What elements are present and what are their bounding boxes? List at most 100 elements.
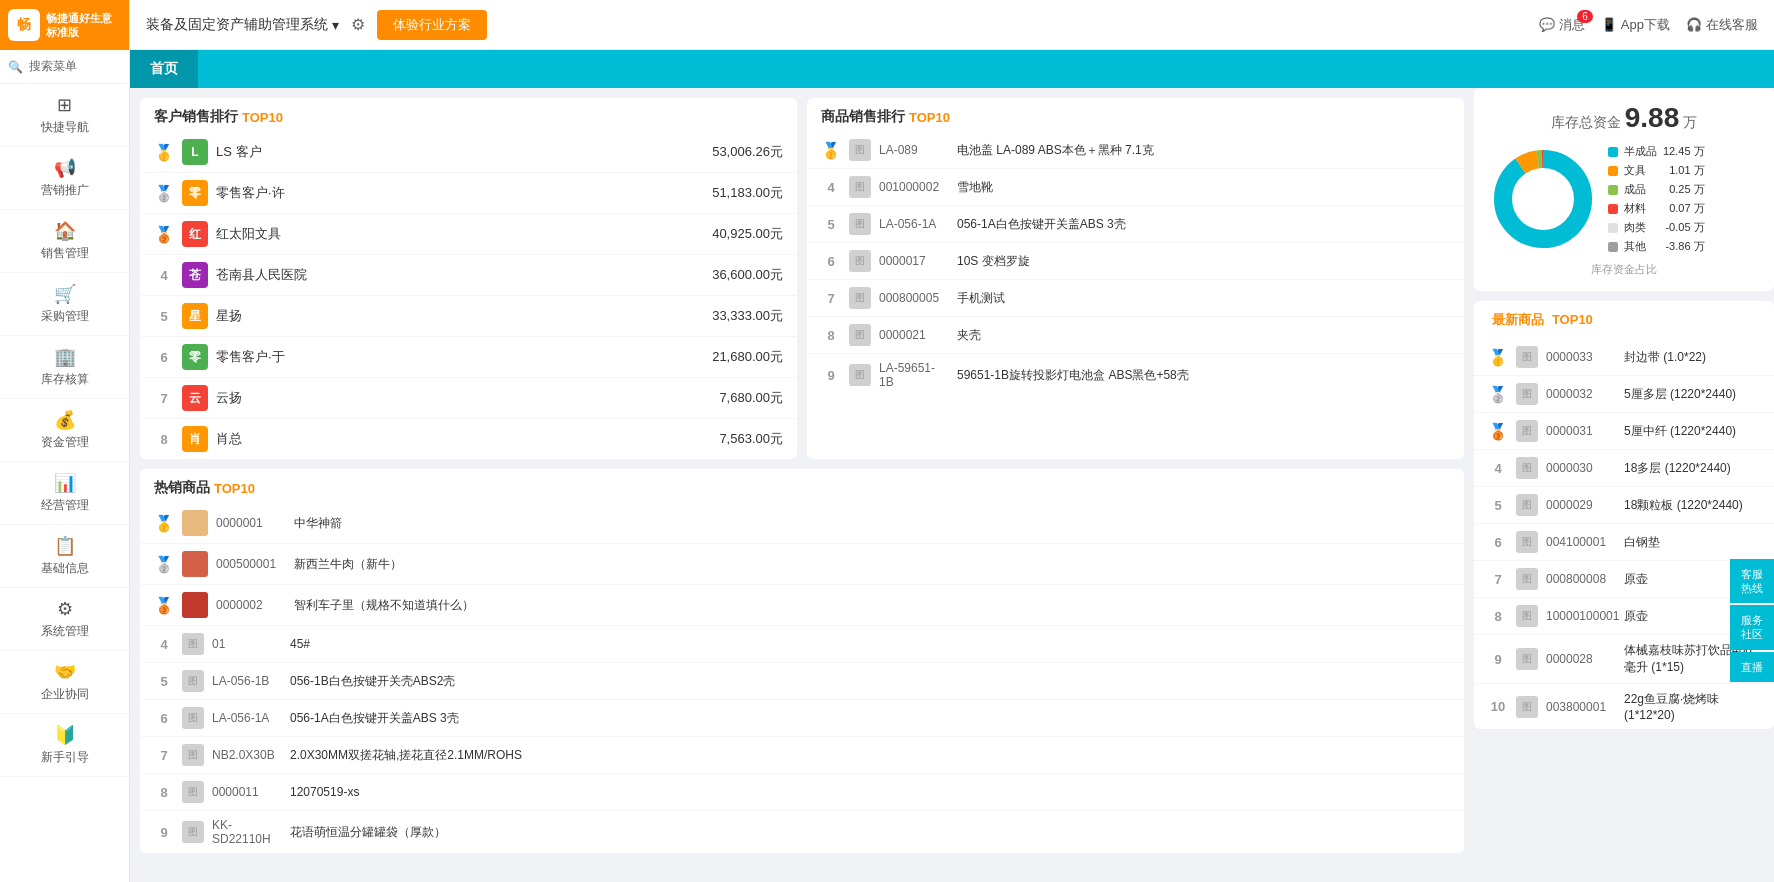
product-img-7: 图 <box>849 364 871 386</box>
customer-rank-row-4: 4 苍 苍南县人民医院 36,600.00元 <box>140 255 797 296</box>
hot-product-img-4: 图 <box>182 633 204 655</box>
new-product-row-9: 9 图 0000028 体械嘉枝味苏打饮品400毫升 (1*15) <box>1474 635 1774 684</box>
hot-medal-2-icon: 🥈 <box>154 555 174 574</box>
hot-products-title: 热销商品 <box>154 479 210 497</box>
message-badge: 6 <box>1577 10 1593 23</box>
sidebar-item-inventory[interactable]: 🏢 库存核算 <box>0 336 129 399</box>
legend-item-1: 文具 1.01 万 <box>1608 163 1705 178</box>
hot-rank-7: 7 <box>154 748 174 763</box>
search-menu[interactable]: 🔍 搜索菜单 <box>0 50 129 84</box>
tab-home[interactable]: 首页 <box>130 50 198 88</box>
new-product-img-1: 图 <box>1516 346 1538 368</box>
inventory-total: 库存总资金 9.88 万 <box>1488 102 1760 134</box>
search-icon: 🔍 <box>8 60 23 74</box>
product-img-3: 图 <box>849 213 871 235</box>
product-code-3: LA-056-1A <box>879 217 949 231</box>
guide-label: 新手引导 <box>41 749 89 766</box>
new-product-name-10: 22g鱼豆腐·烧烤味 (1*12*20) <box>1624 691 1760 722</box>
donut-container: 半成品 12.45 万 文具 1.01 万 成品 0.25 万 <box>1488 144 1760 254</box>
customer-name-3: 红太阳文具 <box>216 225 704 243</box>
float-btn-community[interactable]: 服务社区 <box>1730 605 1774 650</box>
legend-dot-0 <box>1608 147 1618 157</box>
headset-icon: 🎧 <box>1686 17 1702 32</box>
customer-ranking-header: 客户销售排行 TOP10 <box>140 98 797 132</box>
new-product-code-7: 000800008 <box>1546 572 1616 586</box>
purchase-label: 采购管理 <box>41 308 89 325</box>
hot-product-row-9: 9 图 KK-SD22110H 花语萌恒温分罐罐袋（厚款） <box>140 811 1464 853</box>
hot-products-card: 热销商品 TOP10 🥇 0000001 中华神箭 🥈 000500001 新西… <box>140 469 1464 853</box>
sidebar-item-basic[interactable]: 📋 基础信息 <box>0 525 129 588</box>
customer-value-2: 51,183.00元 <box>712 184 783 202</box>
float-btn-service[interactable]: 客服热线 <box>1730 559 1774 604</box>
search-label: 搜索菜单 <box>29 58 77 75</box>
customer-rank-row-5: 5 星 星扬 33,333.00元 <box>140 296 797 337</box>
new-product-row-2: 🥈 图 0000032 5厘多层 (1220*2440) <box>1474 376 1774 413</box>
sidebar-item-operation[interactable]: 📊 经营管理 <box>0 462 129 525</box>
gear-icon[interactable]: ⚙ <box>351 15 365 34</box>
hot-product-row-5: 5 图 LA-056-1B 056-1B白色按键开关壳ABS2壳 <box>140 663 1464 700</box>
new-product-img-3: 图 <box>1516 420 1538 442</box>
product-rank-2: 4 <box>821 180 841 195</box>
new-product-code-5: 0000029 <box>1546 498 1616 512</box>
new-rank-8: 8 <box>1488 609 1508 624</box>
new-product-img-2: 图 <box>1516 383 1538 405</box>
app-download-button[interactable]: 📱 App下载 <box>1601 16 1670 34</box>
sidebar-item-corp[interactable]: 🤝 企业协同 <box>0 651 129 714</box>
sidebar-item-guide[interactable]: 🔰 新手引导 <box>0 714 129 777</box>
new-rank-4: 4 <box>1488 461 1508 476</box>
customer-rank-row-6: 6 零 零售客户·于 21,680.00元 <box>140 337 797 378</box>
trial-button[interactable]: 体验行业方案 <box>377 10 487 40</box>
customer-value-1: 53,006.26元 <box>712 143 783 161</box>
hot-medal-3-icon: 🥉 <box>154 596 174 615</box>
customer-name-8: 肖总 <box>216 430 711 448</box>
main-content: 客户销售排行 TOP10 🥇 L LS 客户 53,006.26元 🥈 零 零售… <box>130 88 1474 882</box>
product-rank-row-5: 7 图 000800005 手机测试 <box>807 280 1464 317</box>
sidebar-item-system[interactable]: ⚙ 系统管理 <box>0 588 129 651</box>
inventory-total-label: 库存总资金 <box>1551 114 1621 130</box>
finance-icon: 💰 <box>54 409 76 431</box>
new-product-code-10: 003800001 <box>1546 700 1616 714</box>
sidebar-item-finance[interactable]: 💰 资金管理 <box>0 399 129 462</box>
hot-product-code-2: 000500001 <box>216 557 286 571</box>
corp-label: 企业协同 <box>41 686 89 703</box>
product-top10-badge: TOP10 <box>909 110 950 125</box>
sidebar-item-marketing[interactable]: 📢 营销推广 <box>0 147 129 210</box>
customer-name-6: 零售客户·于 <box>216 348 704 366</box>
sidebar-item-purchase[interactable]: 🛒 采购管理 <box>0 273 129 336</box>
product-code-5: 000800005 <box>879 291 949 305</box>
new-product-code-4: 0000030 <box>1546 461 1616 475</box>
rank-num-8: 8 <box>154 432 174 447</box>
hot-product-img-2 <box>182 551 208 577</box>
hot-product-img-5: 图 <box>182 670 204 692</box>
new-product-img-8: 图 <box>1516 605 1538 627</box>
float-buttons: 客服热线 服务社区 直播 <box>1730 559 1774 682</box>
medal-2-icon: 🥈 <box>154 184 174 203</box>
system-title: 装备及固定资产辅助管理系统 <box>146 16 328 34</box>
product-name-4: 10S 变档罗旋 <box>957 253 1450 270</box>
new-product-img-7: 图 <box>1516 568 1538 590</box>
float-btn-live[interactable]: 直播 <box>1730 652 1774 682</box>
hot-product-row-7: 7 图 NB2.0X30B 2.0X30MM双搓花轴,搓花直径2.1MM/ROH… <box>140 737 1464 774</box>
online-service-button[interactable]: 🎧 在线客服 <box>1686 16 1758 34</box>
legend-dot-2 <box>1608 185 1618 195</box>
messages-button[interactable]: 💬 消息 6 <box>1539 16 1585 34</box>
customer-value-4: 36,600.00元 <box>712 266 783 284</box>
main-area: 装备及固定资产辅助管理系统 ▾ ⚙ 体验行业方案 💬 消息 6 📱 App下载 … <box>130 0 1774 882</box>
hot-product-name-3: 智利车子里（规格不知道填什么） <box>294 597 1450 614</box>
system-label: 系统管理 <box>41 623 89 640</box>
customer-rank-row-2: 🥈 零 零售客户·许 51,183.00元 <box>140 173 797 214</box>
product-ranking-title: 商品销售排行 <box>821 108 905 126</box>
new-product-img-5: 图 <box>1516 494 1538 516</box>
hot-medal-1-icon: 🥇 <box>154 514 174 533</box>
new-products-card: 最新商品 TOP10 🥇 图 0000033 封边带 (1.0*22) 🥈 图 … <box>1474 301 1774 729</box>
new-product-code-2: 0000032 <box>1546 387 1616 401</box>
product-rank-5: 7 <box>821 291 841 306</box>
sidebar-item-quick-nav[interactable]: ⊞ 快捷导航 <box>0 84 129 147</box>
hot-product-name-4: 45# <box>290 637 1450 651</box>
system-title-dropdown[interactable]: 装备及固定资产辅助管理系统 ▾ <box>146 16 339 34</box>
customer-avatar-7: 云 <box>182 385 208 411</box>
guide-icon: 🔰 <box>54 724 76 746</box>
sidebar-item-sales[interactable]: 🏠 销售管理 <box>0 210 129 273</box>
product-img-4: 图 <box>849 250 871 272</box>
top-section: 客户销售排行 TOP10 🥇 L LS 客户 53,006.26元 🥈 零 零售… <box>140 98 1464 459</box>
